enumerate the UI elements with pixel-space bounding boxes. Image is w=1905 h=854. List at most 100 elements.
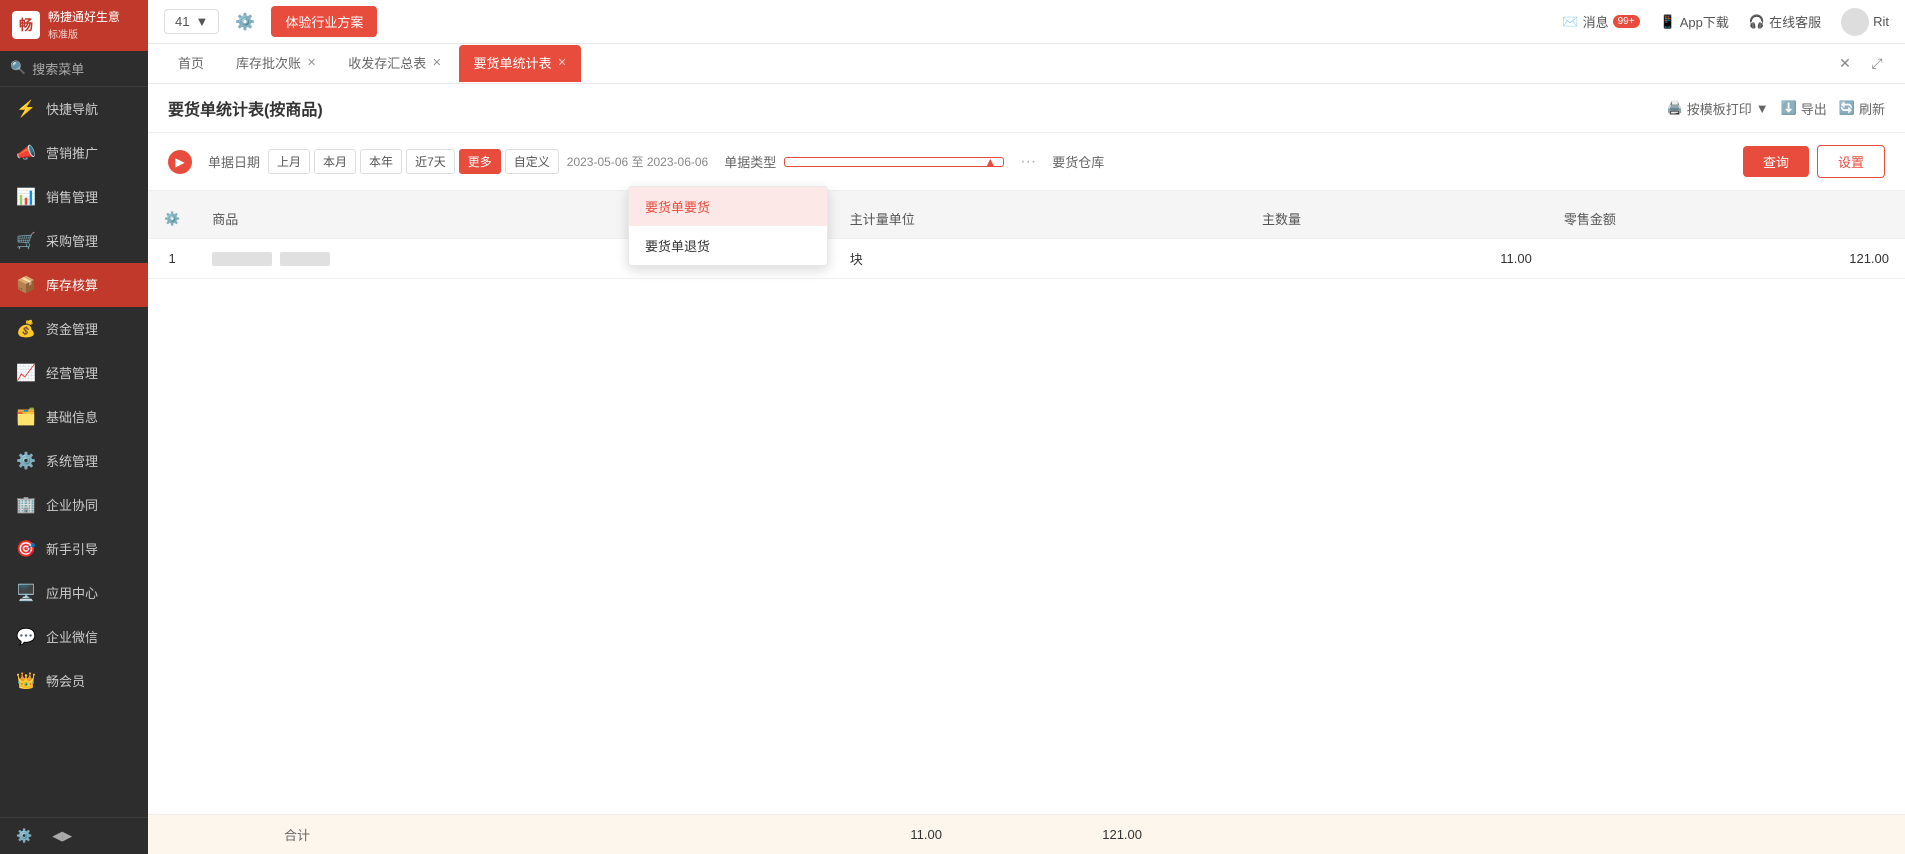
custom-date-button[interactable]: 自定义 bbox=[505, 149, 559, 174]
tab-home[interactable]: 首页 bbox=[164, 45, 218, 82]
nav-label: 企业协同 bbox=[46, 495, 98, 514]
more-dates-button[interactable]: 更多 bbox=[459, 149, 501, 174]
workspace-number: 41 bbox=[175, 14, 189, 29]
top-bar: 41 ▼ ⚙️ 体验行业方案 ✉️ 消息 99+ 📱 App下载 🎧 在线客服 bbox=[148, 0, 1905, 44]
message-icon: ✉️ bbox=[1562, 14, 1578, 30]
message-action[interactable]: ✉️ 消息 99+ bbox=[1562, 12, 1639, 31]
nav-label: 快捷导航 bbox=[46, 99, 98, 118]
last-7-days-button[interactable]: 近7天 bbox=[406, 149, 455, 174]
page-header: 要货单统计表(按商品) 🖨️ 按模板打印 ▼ ⬇️ 导出 🔄 刷新 bbox=[148, 84, 1905, 133]
tab-close-icon[interactable]: ✕ bbox=[432, 56, 441, 69]
nav-label: 销售管理 bbox=[46, 187, 98, 206]
download-icon: 📱 bbox=[1660, 14, 1676, 30]
column-settings-icon[interactable]: ⚙️ bbox=[148, 199, 196, 239]
tab-window-controls: ✕ ⤢ bbox=[1833, 52, 1889, 76]
sidebar-item-marketing[interactable]: 📣 营销推广 bbox=[0, 131, 148, 175]
online-service-label: 在线客服 bbox=[1769, 12, 1821, 31]
home-label: 首页 bbox=[178, 53, 204, 72]
type-select[interactable] bbox=[784, 157, 1004, 167]
sidebar-footer: ⚙️ ◀▶ bbox=[0, 817, 148, 854]
tab-receipt-summary[interactable]: 收发存汇总表 ✕ bbox=[334, 45, 455, 82]
query-button[interactable]: 查询 bbox=[1743, 146, 1809, 177]
refresh-action[interactable]: 🔄 刷新 bbox=[1839, 99, 1885, 118]
workspace-selector[interactable]: 41 ▼ bbox=[164, 9, 219, 34]
tab-close-icon[interactable]: ✕ bbox=[558, 56, 567, 69]
user-profile[interactable]: Rit bbox=[1841, 8, 1889, 36]
online-service-action[interactable]: 🎧 在线客服 bbox=[1749, 12, 1821, 31]
table-footer: 合计11.00121.00 bbox=[148, 814, 1905, 854]
sidebar-collapse-icon[interactable]: ◀▶ bbox=[52, 828, 72, 844]
last-month-button[interactable]: 上月 bbox=[268, 149, 310, 174]
this-month-button[interactable]: 本月 bbox=[314, 149, 356, 174]
page-actions: 🖨️ 按模板打印 ▼ ⬇️ 导出 🔄 刷新 bbox=[1667, 99, 1885, 118]
print-label: 按模板打印 bbox=[1687, 99, 1752, 118]
tab-inventory-batch[interactable]: 库存批次账 ✕ bbox=[222, 45, 330, 82]
nav-label: 资金管理 bbox=[46, 319, 98, 338]
filter-more-options-icon[interactable]: ··· bbox=[1020, 153, 1036, 171]
sidebar-item-inventory[interactable]: 📦 库存核算 bbox=[0, 263, 148, 307]
date-range-buttons: 上月 本月 本年 近7天 更多 自定义 bbox=[268, 149, 559, 174]
export-icon: ⬇️ bbox=[1781, 100, 1797, 116]
user-name: Rit bbox=[1873, 14, 1889, 29]
footer-amount: 121.00 bbox=[1038, 827, 1158, 842]
app-name: 畅捷通好生意 bbox=[48, 10, 120, 26]
sidebar-item-basic[interactable]: 🗂️ 基础信息 bbox=[0, 395, 148, 439]
sidebar-settings-icon[interactable]: ⚙️ bbox=[16, 828, 32, 844]
sidebar-item-guide[interactable]: 🎯 新手引导 bbox=[0, 527, 148, 571]
nav-label: 企业微信 bbox=[46, 627, 98, 646]
basic-icon: 🗂️ bbox=[16, 407, 36, 427]
app-download-action[interactable]: 📱 App下载 bbox=[1660, 12, 1729, 31]
sidebar-item-apps[interactable]: 🖥️ 应用中心 bbox=[0, 571, 148, 615]
dropdown-item-order-return[interactable]: 要货单退货 bbox=[629, 226, 827, 265]
this-year-button[interactable]: 本年 bbox=[360, 149, 402, 174]
tab-label: 要货单统计表 bbox=[473, 53, 551, 72]
nav-label: 应用中心 bbox=[46, 583, 98, 602]
export-action[interactable]: ⬇️ 导出 bbox=[1781, 99, 1827, 118]
app-logo: 畅 bbox=[12, 11, 40, 39]
search-label: 搜索菜单 bbox=[32, 59, 84, 78]
app-download-label: App下载 bbox=[1680, 12, 1729, 31]
sidebar-item-purchase[interactable]: 🛒 采购管理 bbox=[0, 219, 148, 263]
sidebar: 畅 畅捷通好生意 标准版 🔍 搜索菜单 ⚡ 快捷导航 📣 营销推广 📊 销售管理… bbox=[0, 0, 148, 854]
sidebar-item-sales[interactable]: 📊 销售管理 bbox=[0, 175, 148, 219]
nav-label: 经营管理 bbox=[46, 363, 98, 382]
management-icon: 📈 bbox=[16, 363, 36, 383]
table-header-row: ⚙️ 商品 主计量单位 主数量 零售金额 bbox=[148, 199, 1905, 239]
print-arrow-icon: ▼ bbox=[1756, 101, 1769, 116]
enterprise-icon: 🏢 bbox=[16, 495, 36, 515]
sidebar-item-system[interactable]: ⚙️ 系统管理 bbox=[0, 439, 148, 483]
footer-total-label: 合计 bbox=[268, 825, 558, 844]
print-action[interactable]: 🖨️ 按模板打印 ▼ bbox=[1667, 99, 1769, 118]
tab-order-stats[interactable]: 要货单统计表 ✕ bbox=[459, 45, 580, 82]
column-quantity: 主数量 bbox=[1246, 199, 1548, 239]
filter-expand-button[interactable]: ▶ bbox=[168, 150, 192, 174]
quick-icon: ⚡ bbox=[16, 99, 36, 119]
sidebar-item-member[interactable]: 👑 畅会员 bbox=[0, 659, 148, 703]
message-label: 消息 bbox=[1583, 12, 1609, 31]
sidebar-item-management[interactable]: 📈 经营管理 bbox=[0, 351, 148, 395]
type-select-wrapper: ▲ bbox=[784, 157, 1004, 167]
row-unit: 块 bbox=[834, 239, 1246, 279]
sidebar-item-wechat[interactable]: 💬 企业微信 bbox=[0, 615, 148, 659]
sidebar-item-finance[interactable]: 💰 资金管理 bbox=[0, 307, 148, 351]
settings-gear-button[interactable]: ⚙️ bbox=[231, 8, 259, 36]
marketing-icon: 📣 bbox=[16, 143, 36, 163]
date-range-display: 2023-05-06 至 2023-06-06 bbox=[567, 153, 708, 170]
close-window-button[interactable]: ✕ bbox=[1833, 52, 1857, 76]
sidebar-header: 畅 畅捷通好生意 标准版 bbox=[0, 0, 148, 51]
industry-button[interactable]: 体验行业方案 bbox=[271, 6, 377, 37]
print-icon: 🖨️ bbox=[1667, 100, 1683, 116]
tab-close-icon[interactable]: ✕ bbox=[307, 56, 316, 69]
sidebar-search[interactable]: 🔍 搜索菜单 bbox=[0, 51, 148, 87]
sidebar-item-enterprise[interactable]: 🏢 企业协同 bbox=[0, 483, 148, 527]
refresh-label: 刷新 bbox=[1859, 99, 1885, 118]
apps-icon: 🖥️ bbox=[16, 583, 36, 603]
type-dropdown-menu: 要货单要货 要货单退货 bbox=[628, 186, 828, 266]
tab-label: 库存批次账 bbox=[236, 53, 301, 72]
dropdown-item-order-goods[interactable]: 要货单要货 bbox=[629, 187, 827, 226]
type-select-arrow-icon: ▲ bbox=[984, 155, 996, 169]
maximize-window-button[interactable]: ⤢ bbox=[1865, 52, 1889, 76]
member-icon: 👑 bbox=[16, 671, 36, 691]
sidebar-item-quick[interactable]: ⚡ 快捷导航 bbox=[0, 87, 148, 131]
filter-settings-button[interactable]: 设置 bbox=[1817, 145, 1885, 178]
